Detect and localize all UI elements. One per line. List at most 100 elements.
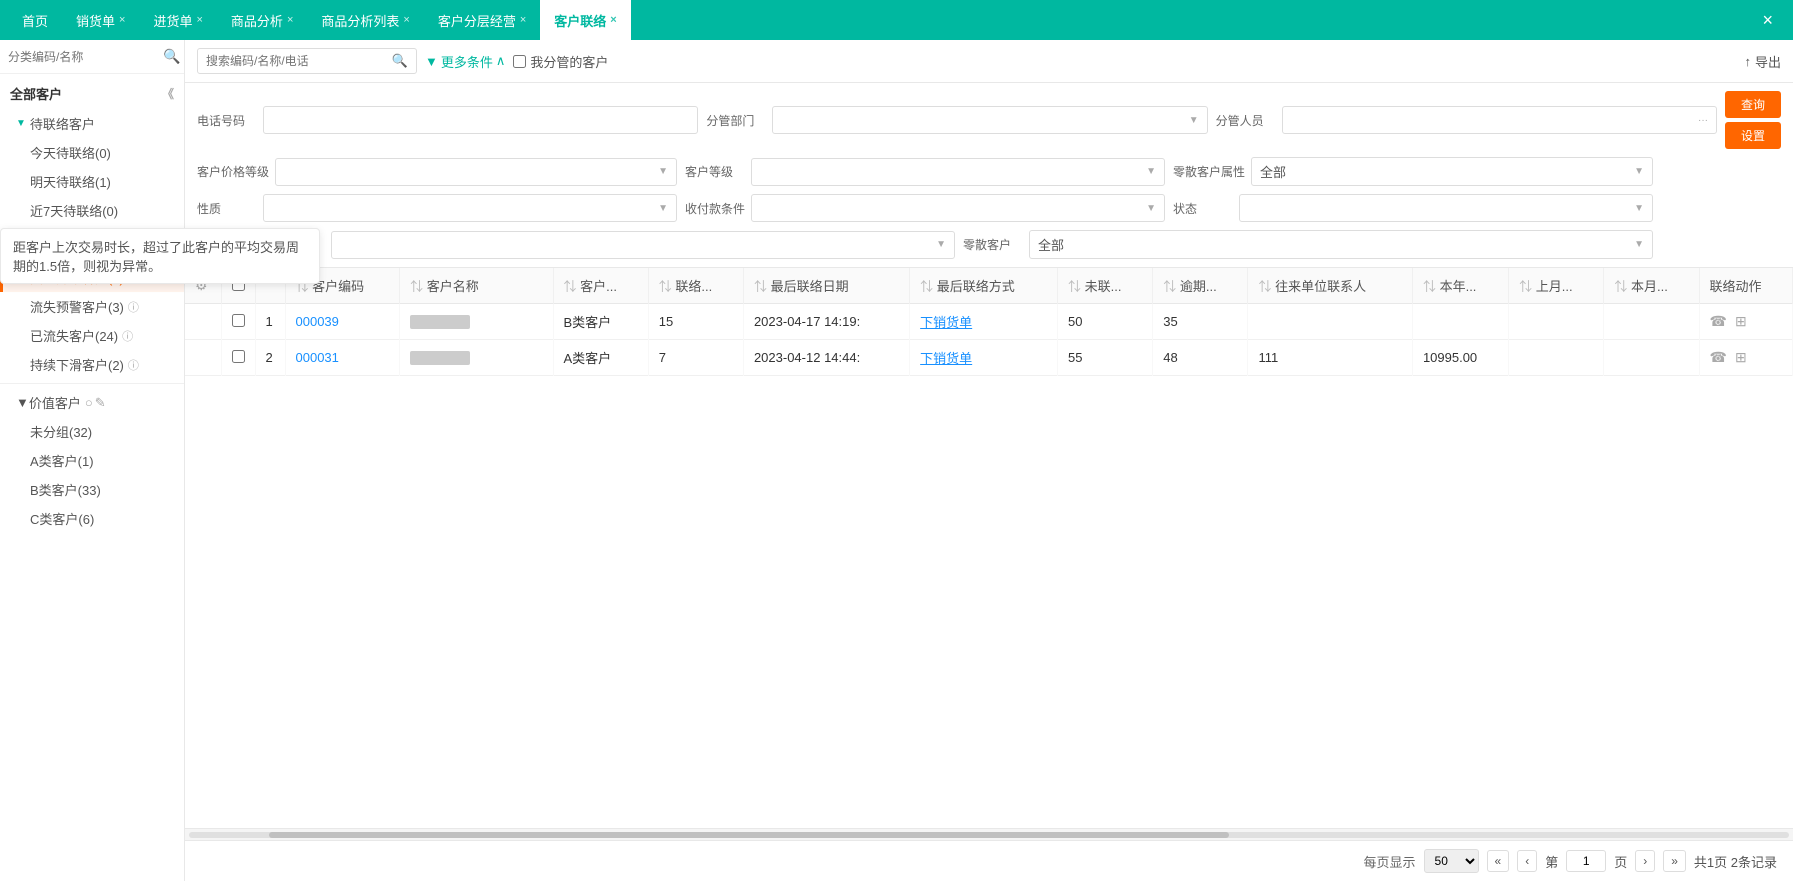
cell-settings-1 bbox=[185, 304, 221, 340]
nav-home[interactable]: 首页 bbox=[8, 0, 62, 40]
retail-customer-select[interactable]: 全部 ▼ bbox=[1029, 230, 1653, 259]
sidebar: 🔍 全部客户 《 ▼ 待联络客户 今天待联络(0) 明天待联络(1) 近7天待联… bbox=[0, 40, 185, 881]
nav-close-product-analysis-list[interactable]: × bbox=[403, 14, 409, 26]
status-select[interactable]: ▼ bbox=[1239, 194, 1653, 222]
cell-name-2 bbox=[400, 340, 553, 376]
sidebar-search-icon: 🔍 bbox=[163, 48, 180, 65]
prev-page-button[interactable]: ‹ bbox=[1517, 850, 1537, 872]
nav-product-analysis[interactable]: 商品分析 × bbox=[217, 0, 307, 40]
export-button[interactable]: ↑ 导出 bbox=[1744, 52, 1781, 71]
horizontal-scrollbar[interactable] bbox=[185, 828, 1793, 840]
manager-select[interactable]: ··· bbox=[1282, 106, 1717, 134]
settings-button[interactable]: 设置 bbox=[1725, 122, 1781, 149]
cell-settings-2 bbox=[185, 340, 221, 376]
sidebar-all-customers[interactable]: 全部客户 《 bbox=[0, 78, 184, 109]
filter-manager: 分管人员 ··· bbox=[1216, 106, 1717, 134]
last-page-button[interactable]: » bbox=[1663, 850, 1686, 872]
phone-input[interactable] bbox=[263, 106, 698, 134]
payment-select[interactable]: ▼ bbox=[751, 194, 1165, 222]
col-actions: 联络动作 bbox=[1699, 268, 1792, 304]
cell-code-1[interactable]: 000039 bbox=[285, 304, 400, 340]
sidebar-item-class-b[interactable]: B类客户(33) bbox=[0, 475, 184, 504]
page-label: 第 bbox=[1545, 852, 1558, 871]
sidebar-section-pending[interactable]: ▼ 待联络客户 bbox=[0, 109, 184, 138]
nav-product-analysis-list[interactable]: 商品分析列表 × bbox=[307, 0, 423, 40]
cell-code-2[interactable]: 000031 bbox=[285, 340, 400, 376]
filter-customer-type: 客户类型 ▼ bbox=[265, 231, 955, 259]
export-icon: ↑ bbox=[1744, 54, 1751, 69]
close-all-button[interactable]: × bbox=[1750, 10, 1785, 31]
total-records-label: 共1页 2条记录 bbox=[1694, 852, 1777, 871]
sidebar-item-7days[interactable]: 近7天待联络(0) bbox=[0, 196, 184, 225]
gender-select[interactable]: ▼ bbox=[263, 194, 677, 222]
first-page-button[interactable]: « bbox=[1487, 850, 1510, 872]
collapse-icon[interactable]: 《 bbox=[162, 85, 174, 102]
customer-type-select[interactable]: ▼ bbox=[331, 231, 955, 259]
row-checkbox-1[interactable] bbox=[232, 314, 245, 327]
abnormal-tooltip: 距客户上次交易时长，超过了此客户的平均交易周期的1.5倍，则视为异常。 bbox=[0, 228, 320, 284]
nav-close-customer-contact[interactable]: × bbox=[610, 14, 616, 26]
price-level-chevron: ▼ bbox=[658, 166, 668, 177]
sidebar-item-declining[interactable]: 持续下滑客户(2) ⓘ bbox=[0, 350, 184, 379]
page-end-label: 页 bbox=[1614, 852, 1627, 871]
data-table-area: ⚙ ⇅ 客户编码 ⇅ 客户名称 bbox=[185, 268, 1793, 828]
col-last-month: ⇅ 上月... bbox=[1509, 268, 1604, 304]
cell-date-2: 2023-04-12 14:44: bbox=[743, 340, 909, 376]
next-page-button[interactable]: › bbox=[1635, 850, 1655, 872]
value-edit-icon[interactable]: ○ bbox=[85, 395, 93, 410]
value-settings-icon[interactable]: ✎ bbox=[95, 395, 106, 411]
sort-icon-contact-person: ⇅ bbox=[1258, 279, 1271, 294]
sort-icon-this-month: ⇅ bbox=[1614, 279, 1627, 294]
filter-area: 电话号码 分管部门 ▼ 分管人员 ··· bbox=[185, 83, 1793, 268]
nav-customer-contact[interactable]: 客户联络 × bbox=[540, 0, 630, 40]
page-number-input[interactable] bbox=[1566, 850, 1606, 872]
col-last-contact-method: ⇅ 最后联络方式 bbox=[910, 268, 1058, 304]
method-link-2[interactable]: 下销货单 bbox=[920, 351, 972, 366]
table-row: 1 000039 B类客户 15 bbox=[185, 304, 1793, 340]
main-search-icon[interactable]: 🔍 bbox=[392, 53, 408, 69]
contact-icon-2[interactable]: ☎ bbox=[1710, 349, 1727, 366]
customer-level-chevron: ▼ bbox=[1146, 166, 1156, 177]
sidebar-value-section[interactable]: ▼ 价值客户 ○ ✎ bbox=[0, 388, 184, 417]
dept-select[interactable]: ▼ bbox=[772, 106, 1207, 134]
more-conditions-button[interactable]: ▼ 更多条件 ∧ bbox=[425, 52, 505, 71]
cell-overdue-1: 35 bbox=[1153, 304, 1248, 340]
sidebar-item-today[interactable]: 今天待联络(0) bbox=[0, 138, 184, 167]
contact-icon-1[interactable]: ☎ bbox=[1710, 313, 1727, 330]
nav-purchase-order[interactable]: 进货单 × bbox=[139, 0, 216, 40]
query-button[interactable]: 查询 bbox=[1725, 91, 1781, 118]
cell-contact-person-1 bbox=[1248, 304, 1412, 340]
value-arrow-icon: ▼ bbox=[16, 395, 29, 410]
cell-category-2: A类客户 bbox=[553, 340, 648, 376]
nav-close-customer-segment[interactable]: × bbox=[520, 14, 526, 26]
retail-attr-select[interactable]: 全部 ▼ bbox=[1251, 157, 1653, 186]
method-link-1[interactable]: 下销货单 bbox=[920, 315, 972, 330]
nav-sales-order[interactable]: 销货单 × bbox=[62, 0, 139, 40]
sidebar-item-class-c[interactable]: C类客户(6) bbox=[0, 504, 184, 533]
my-customers-input[interactable] bbox=[513, 55, 526, 68]
nav-close-product-analysis[interactable]: × bbox=[287, 14, 293, 26]
filter-row-4: ... 客户类型 ▼ 零散客户 全部 ▼ bbox=[197, 230, 1781, 259]
cell-last-month-2 bbox=[1509, 340, 1604, 376]
sidebar-item-lost[interactable]: 已流失客户(24) ⓘ bbox=[0, 321, 184, 350]
customer-level-select[interactable]: ▼ bbox=[751, 158, 1165, 186]
nav-customer-segment[interactable]: 客户分层经营 × bbox=[424, 0, 540, 40]
sidebar-search-input[interactable] bbox=[8, 50, 163, 64]
scroll-thumb[interactable] bbox=[269, 832, 1229, 838]
customer-type-chevron: ▼ bbox=[936, 239, 946, 250]
sidebar-item-loss-warning[interactable]: 流失预警客户(3) ⓘ bbox=[0, 292, 184, 321]
more-actions-icon-1[interactable]: ⊞ bbox=[1735, 313, 1747, 330]
scroll-track[interactable] bbox=[189, 832, 1789, 838]
sidebar-item-class-a[interactable]: A类客户(1) bbox=[0, 446, 184, 475]
price-level-select[interactable]: ▼ bbox=[275, 158, 677, 186]
per-page-select[interactable]: 50 100 200 bbox=[1424, 849, 1479, 873]
nav-close-purchase[interactable]: × bbox=[196, 14, 202, 26]
nav-close-sales[interactable]: × bbox=[119, 14, 125, 26]
main-search-input[interactable] bbox=[206, 54, 392, 68]
manager-more[interactable]: ··· bbox=[1698, 115, 1708, 126]
arrow-icon: ▼ bbox=[16, 118, 26, 129]
row-checkbox-2[interactable] bbox=[232, 350, 245, 363]
sidebar-item-ungroup[interactable]: 未分组(32) bbox=[0, 417, 184, 446]
sidebar-item-tomorrow[interactable]: 明天待联络(1) bbox=[0, 167, 184, 196]
more-actions-icon-2[interactable]: ⊞ bbox=[1735, 349, 1747, 366]
